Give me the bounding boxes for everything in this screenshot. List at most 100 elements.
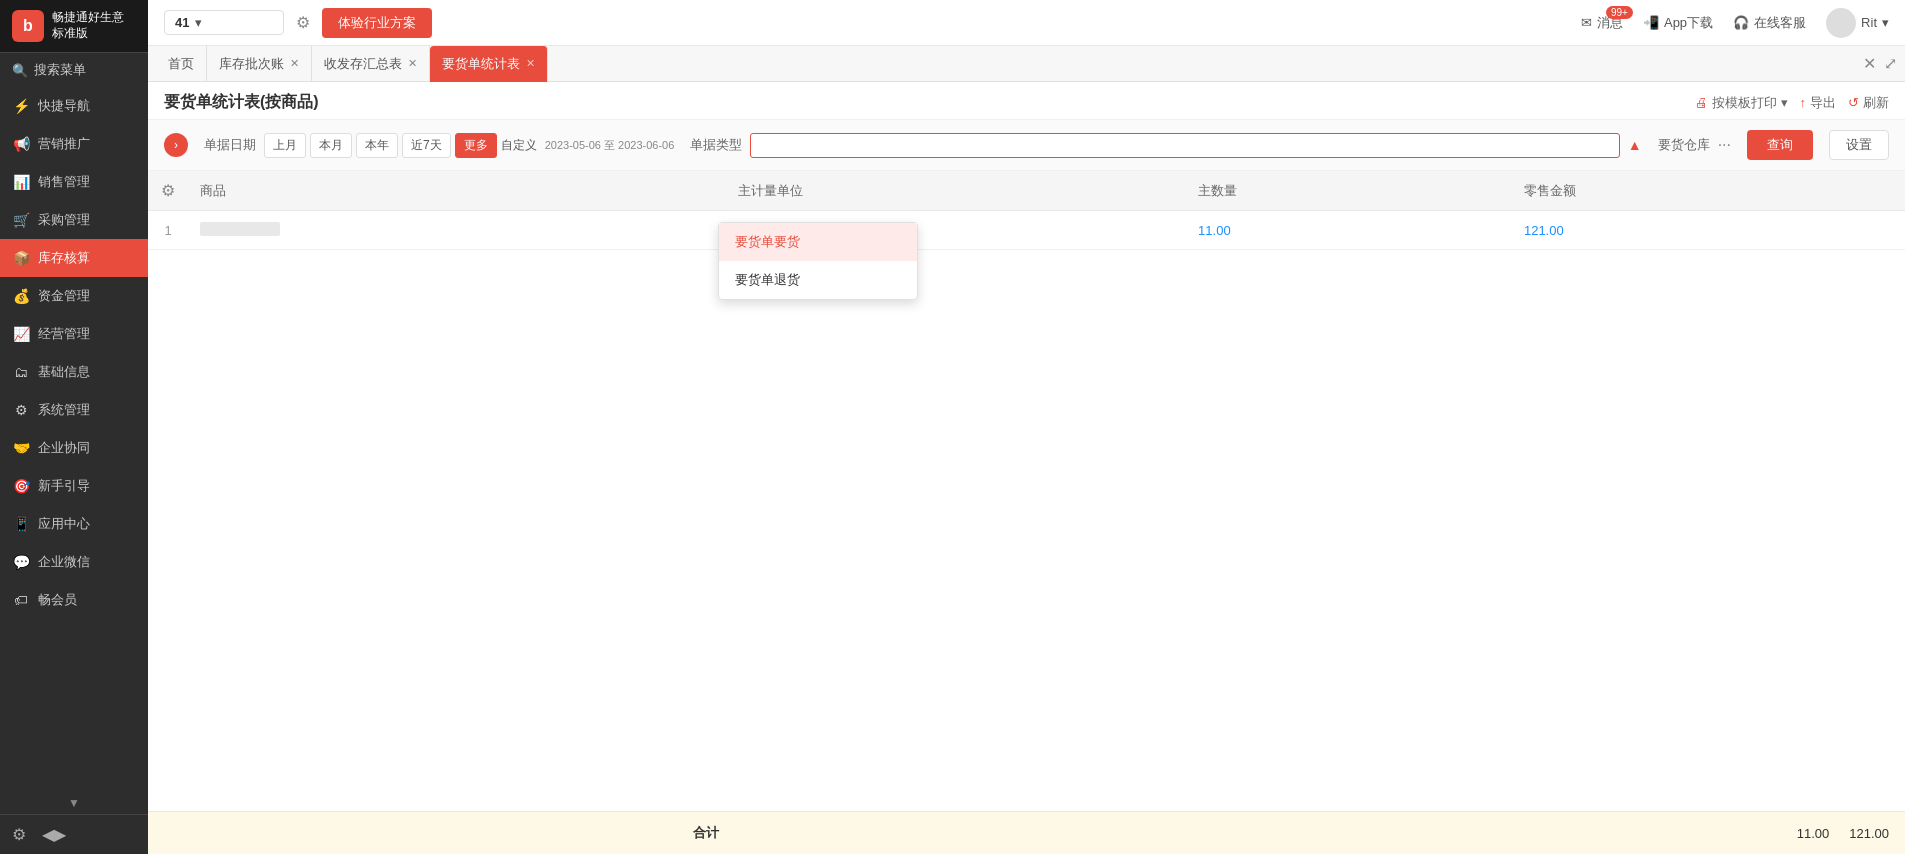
sidebar-item-label: 采购管理: [38, 211, 90, 229]
sidebar-item-kuaijie[interactable]: ⚡ 快捷导航: [0, 87, 148, 125]
amount-link[interactable]: 121.00: [1524, 223, 1564, 238]
xiaoshou-icon: 📊: [12, 173, 30, 191]
tab-home[interactable]: 首页: [156, 46, 207, 82]
col-unit: 主计量单位: [726, 171, 1186, 211]
type-dropdown: 要货单要货 要货单退货: [718, 222, 918, 300]
message-item[interactable]: ✉ 消息 99+: [1581, 14, 1623, 32]
tab-actions: ✕ ⤢: [1863, 54, 1897, 73]
filter-expand-button[interactable]: ›: [164, 133, 188, 157]
footer-quantity: 11.00: [1797, 826, 1830, 841]
yingyong-icon: 📱: [12, 515, 30, 533]
tab-expand-button[interactable]: ⤢: [1884, 54, 1897, 73]
user-avatar-item[interactable]: Rit ▾: [1826, 8, 1889, 38]
date-filter-group: 单据日期 上月 本月 本年 近7天 更多 自定义 2023-05-06 至 20…: [204, 133, 674, 158]
sidebar-item-yingyong[interactable]: 📱 应用中心: [0, 505, 148, 543]
trial-button[interactable]: 体验行业方案: [322, 8, 432, 38]
type-filter-group: 单据类型 ▲: [690, 133, 1641, 158]
zijin-icon: 💰: [12, 287, 30, 305]
jichu-icon: 🗂: [12, 363, 30, 381]
app-download-item[interactable]: 📲 App下载: [1643, 14, 1713, 32]
print-template-button[interactable]: 🖨 按模板打印 ▾: [1695, 94, 1788, 112]
footer-label: 合计: [693, 824, 719, 842]
settings-icon[interactable]: ⚙: [12, 825, 26, 844]
date-last-7-days-button[interactable]: 近7天: [402, 133, 451, 158]
chevron-down-icon: ▾: [1882, 15, 1889, 30]
date-last-month-button[interactable]: 上月: [264, 133, 306, 158]
print-icon: 🖨: [1695, 95, 1708, 110]
sidebar-item-jichu[interactable]: 🗂 基础信息: [0, 353, 148, 391]
close-icon[interactable]: ✕: [290, 57, 299, 70]
kuaijie-icon: ⚡: [12, 97, 30, 115]
tab-label: 库存批次账: [219, 55, 284, 73]
sidebar-item-xiaoshou[interactable]: 📊 销售管理: [0, 163, 148, 201]
close-icon[interactable]: ✕: [526, 57, 535, 70]
column-settings-icon[interactable]: ⚙: [161, 182, 175, 199]
sidebar-item-xitong[interactable]: ⚙ 系统管理: [0, 391, 148, 429]
main-area: 41 ▾ ⚙ 体验行业方案 ✉ 消息 99+ 📲 App下载 🎧 在线客服 Ri…: [148, 0, 1905, 854]
tab-shoufa-summary[interactable]: 收发存汇总表 ✕: [312, 46, 430, 82]
type-chevron-up-icon[interactable]: ▲: [1628, 137, 1642, 153]
sidebar-item-yingxiao[interactable]: 📢 营销推广: [0, 125, 148, 163]
warehouse-filter-group: 要货仓库 ···: [1658, 136, 1731, 154]
sidebar-item-caigou[interactable]: 🛒 采购管理: [0, 201, 148, 239]
huiyuan-icon: 🏷: [12, 591, 30, 609]
sidebar-item-jingying[interactable]: 📈 经营管理: [0, 315, 148, 353]
date-more-button[interactable]: 更多: [455, 133, 497, 158]
collapse-icon[interactable]: ◀▶: [42, 825, 66, 844]
service-item[interactable]: 🎧 在线客服: [1733, 14, 1806, 32]
sidebar-item-weixin[interactable]: 💬 企业微信: [0, 543, 148, 581]
sidebar-item-label: 库存核算: [38, 249, 90, 267]
print-label: 按模板打印: [1712, 94, 1777, 112]
service-icon: 🎧: [1733, 15, 1749, 30]
company-num: 41: [175, 15, 189, 30]
footer-amount: 121.00: [1849, 826, 1889, 841]
sidebar-item-huiyuan[interactable]: 🏷 畅会员: [0, 581, 148, 619]
settings-button[interactable]: 设置: [1829, 130, 1889, 160]
kucun-icon: 📦: [12, 249, 30, 267]
dropdown-item-label: 要货单退货: [735, 272, 800, 287]
export-button[interactable]: ↑ 导出: [1800, 94, 1837, 112]
sidebar-item-label: 快捷导航: [38, 97, 90, 115]
sidebar-item-label: 新手引导: [38, 477, 90, 495]
sidebar-nav: ⚡ 快捷导航 📢 营销推广 📊 销售管理 🛒 采购管理 📦 库存核算 💰 资金管…: [0, 87, 148, 792]
warehouse-more-button[interactable]: ···: [1718, 136, 1731, 154]
header-right: ✉ 消息 99+ 📲 App下载 🎧 在线客服 Rit ▾: [1581, 8, 1889, 38]
tab-bar: 首页 库存批次账 ✕ 收发存汇总表 ✕ 要货单统计表 ✕ ✕ ⤢: [148, 46, 1905, 82]
query-button[interactable]: 查询: [1747, 130, 1813, 160]
date-this-month-button[interactable]: 本月: [310, 133, 352, 158]
tab-close-all-button[interactable]: ✕: [1863, 54, 1876, 73]
sidebar-item-kucun[interactable]: 📦 库存核算: [0, 239, 148, 277]
jingying-icon: 📈: [12, 325, 30, 343]
date-this-year-button[interactable]: 本年: [356, 133, 398, 158]
sidebar-item-qiye[interactable]: 🤝 企业协同: [0, 429, 148, 467]
tab-kucun-batch[interactable]: 库存批次账 ✕: [207, 46, 312, 82]
sidebar-item-xinshou[interactable]: 🎯 新手引导: [0, 467, 148, 505]
date-filter-label: 单据日期: [204, 136, 256, 154]
warehouse-filter-label: 要货仓库: [1658, 136, 1710, 154]
top-header: 41 ▾ ⚙ 体验行业方案 ✉ 消息 99+ 📲 App下载 🎧 在线客服 Ri…: [148, 0, 1905, 46]
header-gear-button[interactable]: ⚙: [296, 13, 310, 32]
quantity-link[interactable]: 11.00: [1198, 223, 1231, 238]
user-name: Rit: [1861, 15, 1877, 30]
tab-yaohuo-stat[interactable]: 要货单统计表 ✕: [430, 46, 548, 82]
sidebar-item-label: 营销推广: [38, 135, 90, 153]
product-placeholder: [200, 222, 280, 236]
page-actions: 🖨 按模板打印 ▾ ↑ 导出 ↺ 刷新: [1695, 94, 1890, 112]
dropdown-item-yaohuo-tui[interactable]: 要货单退货: [719, 261, 917, 299]
refresh-label: 刷新: [1863, 94, 1889, 112]
sidebar-item-label: 销售管理: [38, 173, 90, 191]
sidebar-scroll-down[interactable]: ▼: [0, 792, 148, 814]
chevron-right-icon: ›: [174, 138, 178, 152]
date-buttons: 上月 本月 本年 近7天 更多 自定义: [264, 133, 537, 158]
date-custom-button[interactable]: 自定义: [501, 137, 537, 154]
page-content: 要货单统计表(按商品) 🖨 按模板打印 ▾ ↑ 导出 ↺ 刷新: [148, 82, 1905, 854]
type-filter-input[interactable]: [750, 133, 1619, 158]
dropdown-item-yaohuo-dan[interactable]: 要货单要货: [719, 223, 917, 261]
search-label: 搜索菜单: [34, 61, 86, 79]
sidebar-footer: ⚙ ◀▶: [0, 814, 148, 854]
sidebar-search[interactable]: 🔍 搜索菜单: [0, 53, 148, 87]
refresh-button[interactable]: ↺ 刷新: [1848, 94, 1889, 112]
company-selector[interactable]: 41 ▾: [164, 10, 284, 35]
close-icon[interactable]: ✕: [408, 57, 417, 70]
sidebar-item-zijin[interactable]: 💰 资金管理: [0, 277, 148, 315]
